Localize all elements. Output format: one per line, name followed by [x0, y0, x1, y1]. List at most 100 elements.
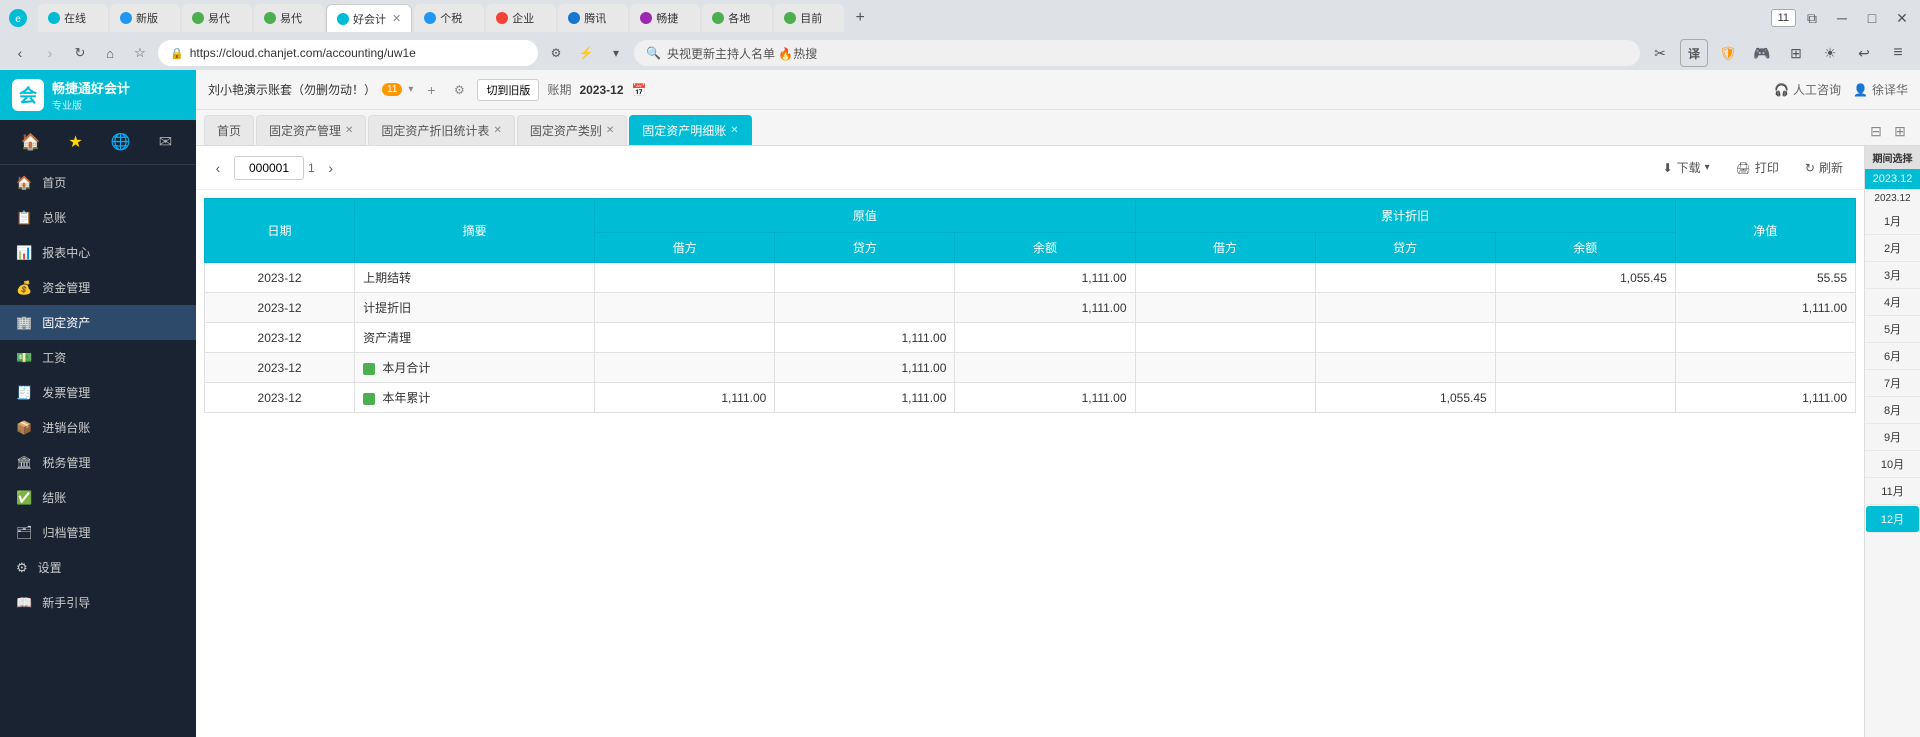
- browser-tab-t2[interactable]: 新版: [110, 4, 180, 32]
- forward-button[interactable]: ›: [38, 41, 62, 65]
- browser-tab-t9[interactable]: 畅捷: [630, 4, 700, 32]
- print-button[interactable]: 🖨 打印: [1727, 154, 1788, 181]
- period-month-8[interactable]: 8月: [1865, 397, 1920, 424]
- period-month-1[interactable]: 1月: [1865, 208, 1920, 235]
- prev-page-button[interactable]: ‹: [208, 158, 228, 178]
- sidebar-quick-action-3[interactable]: 🌐: [107, 128, 135, 156]
- sidebar-item-invoice[interactable]: 🧾 发票管理: [0, 375, 196, 410]
- close-window-button[interactable]: ✕: [1888, 4, 1916, 32]
- page-number-input[interactable]: [234, 156, 304, 180]
- period-month-11[interactable]: 11月: [1865, 478, 1920, 505]
- download-button[interactable]: ⬇ 下载 ▾: [1654, 154, 1719, 181]
- maximize-button[interactable]: □: [1858, 4, 1886, 32]
- user-button[interactable]: 👤 徐译华: [1853, 81, 1908, 98]
- browser-tab-t4[interactable]: 易代: [254, 4, 324, 32]
- sidebar-item-archive[interactable]: 🗂 归档管理: [0, 515, 196, 550]
- period-month-6[interactable]: 6月: [1865, 343, 1920, 370]
- sidebar-item-closing[interactable]: ✅ 结账: [0, 480, 196, 515]
- tab-close-icon[interactable]: ✕: [345, 125, 353, 136]
- browser-tab-t8[interactable]: 腾讯: [558, 4, 628, 32]
- tab-fixed-assets[interactable]: 固定资产管理 ✕: [256, 115, 366, 145]
- table-row: 2023-12 上期结转 1,111.00 1,055.45 55.55: [205, 263, 1856, 293]
- minimize-button[interactable]: ─: [1828, 4, 1856, 32]
- translate-icon[interactable]: 译: [1680, 39, 1708, 67]
- sidebar-item-funds[interactable]: 💰 资金管理: [0, 270, 196, 305]
- help-button[interactable]: 🎧 人工咨询: [1774, 81, 1841, 98]
- browser-tab-t10[interactable]: 各地: [702, 4, 772, 32]
- address-field[interactable]: 🔒 https://cloud.chanjet.com/accounting/u…: [158, 40, 538, 66]
- calendar-icon[interactable]: 📅: [632, 83, 647, 97]
- period-month-7[interactable]: 7月: [1865, 370, 1920, 397]
- browser-tab-t3[interactable]: 易代: [182, 4, 252, 32]
- flash-icon[interactable]: ⚡: [574, 41, 598, 65]
- account-selector[interactable]: 刘小艳演示账套（勿删勿动！） 11 ▾: [208, 81, 413, 98]
- tab-close-icon[interactable]: ✕: [606, 125, 614, 136]
- tab-close-icon[interactable]: ✕: [392, 12, 401, 25]
- tab-expand-button[interactable]: ⊞: [1888, 119, 1912, 143]
- more-button[interactable]: ≡: [1884, 39, 1912, 67]
- content-area: ‹ 1 › ⬇ 下载 ▾ 🖨 打印: [196, 146, 1920, 737]
- switch-version-button[interactable]: 切到旧版: [477, 79, 539, 101]
- sidebar: 会 畅捷通好会计 专业版 🏠 ★ 🌐 ✉ 🏠 首页 📋 总账 📊: [0, 70, 196, 737]
- browser-tab-t11[interactable]: 目前: [774, 4, 844, 32]
- tab-close-icon[interactable]: ✕: [730, 125, 738, 136]
- add-account-button[interactable]: +: [421, 80, 441, 100]
- browser-tab-t5[interactable]: 好会计 ✕: [326, 4, 412, 32]
- browser-tab-t7[interactable]: 企业: [486, 4, 556, 32]
- tab-ledger[interactable]: 固定资产明细账 ✕: [629, 115, 751, 145]
- home-button[interactable]: ⌂: [98, 41, 122, 65]
- period-title: 期间选择: [1865, 146, 1920, 169]
- browser-tab-t1[interactable]: 在线: [38, 4, 108, 32]
- sidebar-item-payroll[interactable]: 💵 工资: [0, 340, 196, 375]
- tab-close-icon[interactable]: ✕: [493, 125, 501, 136]
- gamepad-icon[interactable]: 🎮: [1748, 39, 1776, 67]
- period-month-5[interactable]: 5月: [1865, 316, 1920, 343]
- browser-tab-t6[interactable]: 个税: [414, 4, 484, 32]
- settings-button[interactable]: ⚙: [449, 80, 469, 100]
- grid-icon[interactable]: ⊞: [1782, 39, 1810, 67]
- cut-icon[interactable]: ✂: [1646, 39, 1674, 67]
- undo-icon[interactable]: ↩: [1850, 39, 1878, 67]
- sun-icon[interactable]: ☀: [1816, 39, 1844, 67]
- next-page-button[interactable]: ›: [321, 158, 341, 178]
- search-box[interactable]: 🔍 央视更新主持人名单 🔥热搜: [634, 40, 1640, 66]
- sidebar-item-settings[interactable]: ⚙ 设置: [0, 550, 196, 585]
- sidebar-item-guide[interactable]: 📖 新手引导: [0, 585, 196, 620]
- period-month-3[interactable]: 3月: [1865, 262, 1920, 289]
- sidebar-item-inventory[interactable]: 📦 进销台账: [0, 410, 196, 445]
- period-month-9[interactable]: 9月: [1865, 424, 1920, 451]
- shield-icon[interactable]: 🛡: [1714, 39, 1742, 67]
- address-dropdown[interactable]: ▾: [604, 41, 628, 65]
- reload-button[interactable]: ↻: [68, 41, 92, 65]
- refresh-label: 刷新: [1819, 159, 1843, 176]
- sidebar-item-tax[interactable]: 🏛 税务管理: [0, 445, 196, 480]
- bookmark-button[interactable]: ☆: [128, 41, 152, 65]
- sidebar-quick-action-2[interactable]: ★: [62, 128, 90, 156]
- period-selected-year[interactable]: 2023.12: [1865, 169, 1920, 189]
- headset-icon: 🎧: [1774, 83, 1789, 97]
- tab-home[interactable]: 首页: [204, 115, 254, 145]
- sidebar-item-label: 发票管理: [42, 384, 90, 401]
- sidebar-quick-action-4[interactable]: ✉: [152, 128, 180, 156]
- period-month-12[interactable]: 12月: [1866, 506, 1919, 533]
- tab-minimize-button[interactable]: ⊟: [1864, 119, 1888, 143]
- new-tab-button[interactable]: +: [846, 4, 874, 32]
- col-date: 日期: [205, 199, 355, 263]
- period-month-10[interactable]: 10月: [1865, 451, 1920, 478]
- refresh-button[interactable]: ↻ 刷新: [1796, 154, 1852, 181]
- tab-depreciation[interactable]: 固定资产折旧统计表 ✕: [368, 115, 514, 145]
- sidebar-item-ledger[interactable]: 📋 总账: [0, 200, 196, 235]
- period-month-2[interactable]: 2月: [1865, 235, 1920, 262]
- ledger-table-wrap: 日期 摘要 原值 累计折旧 净值 借方 贷方 余额 借方: [196, 190, 1864, 737]
- sidebar-item-fixed-assets[interactable]: 🏢 固定资产: [0, 305, 196, 340]
- restore-window-button[interactable]: ⧉: [1798, 4, 1826, 32]
- col-dep-balance: 余额: [1495, 233, 1675, 263]
- tab-ledger-label: 固定资产明细账: [642, 122, 726, 139]
- back-button[interactable]: ‹: [8, 41, 32, 65]
- sidebar-quick-action-1[interactable]: 🏠: [17, 128, 45, 156]
- tab-category[interactable]: 固定资产类别 ✕: [517, 115, 627, 145]
- period-month-4[interactable]: 4月: [1865, 289, 1920, 316]
- extension-icon[interactable]: ⚙: [544, 41, 568, 65]
- sidebar-item-reports[interactable]: 📊 报表中心: [0, 235, 196, 270]
- sidebar-item-home[interactable]: 🏠 首页: [0, 165, 196, 200]
